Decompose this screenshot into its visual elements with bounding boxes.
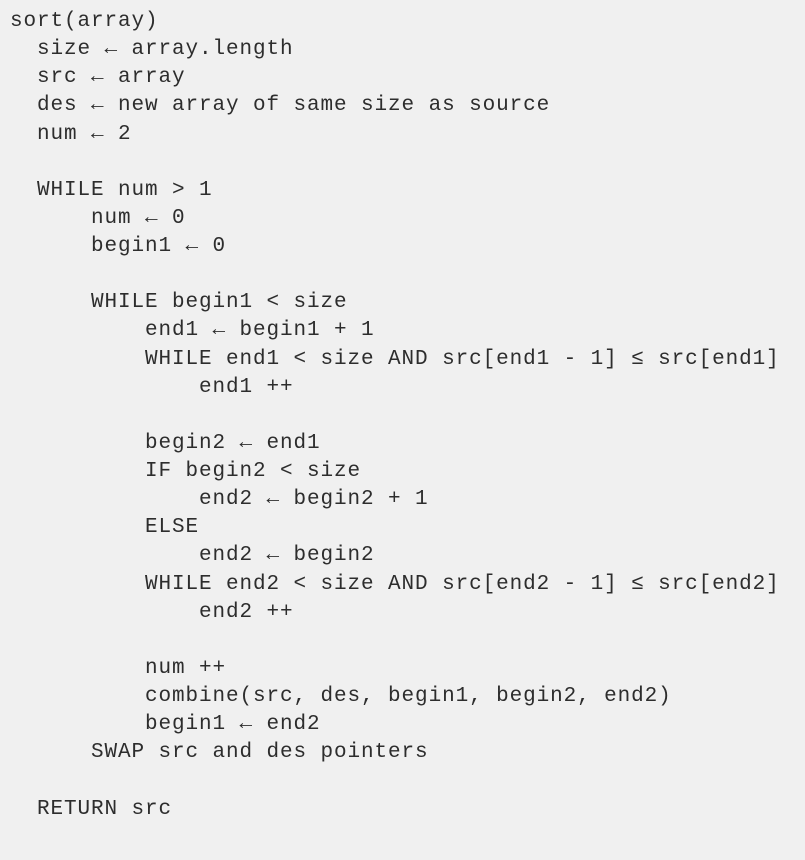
pseudocode-text: sort(array) size ← array.length src ← ar…	[10, 10, 780, 821]
pseudocode-block: sort(array) size ← array.length src ← ar…	[0, 0, 805, 832]
